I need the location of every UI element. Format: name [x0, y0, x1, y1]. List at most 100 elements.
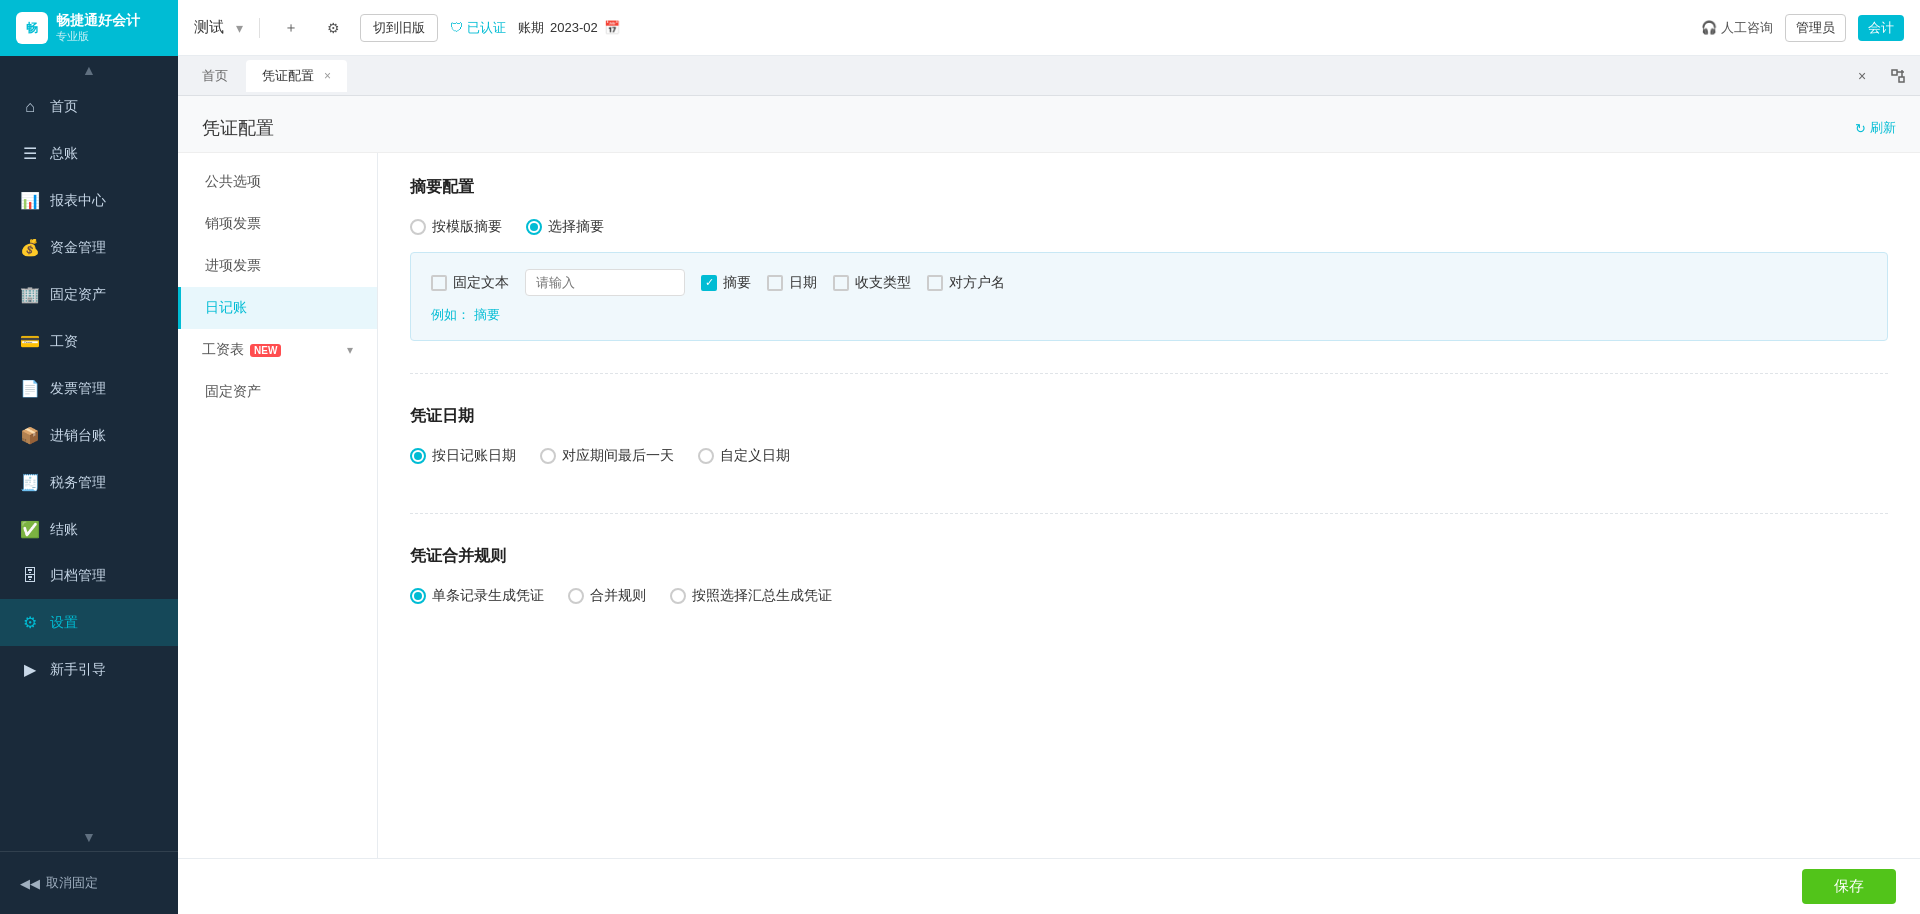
- tab-home[interactable]: 首页: [186, 60, 244, 92]
- sidebar-label-invoice: 发票管理: [50, 380, 106, 398]
- sidebar-item-settlement[interactable]: ✅ 结账: [0, 506, 178, 553]
- checkbox-fixed-text-label: 固定文本: [453, 274, 509, 292]
- refresh-icon: ↻: [1855, 121, 1866, 136]
- content-area: 凭证配置 ↻ 刷新 公共选项 销项发票: [178, 96, 1920, 914]
- nav-label-journal: 日记账: [205, 299, 247, 315]
- merge-rule-radio-group: 单条记录生成凭证 合并规则 按照选择汇总生成凭证: [410, 587, 1888, 605]
- right-content: 摘要配置 按模版摘要 选择摘要: [378, 153, 1920, 858]
- sidebar-item-tax[interactable]: 🧾 税务管理: [0, 459, 178, 506]
- radio-template-label: 按模版摘要: [432, 218, 502, 236]
- checkbox-fixed-text[interactable]: 固定文本: [431, 274, 509, 292]
- summary-config-box: 固定文本 摘要 日期: [410, 252, 1888, 341]
- sidebar-item-fixed-assets[interactable]: 🏢 固定资产: [0, 271, 178, 318]
- svg-rect-1: [1899, 77, 1904, 82]
- capital-icon: 💰: [20, 238, 40, 257]
- nav-label-wage-table: 工资表: [202, 341, 244, 359]
- radio-merge[interactable]: 合并规则: [568, 587, 646, 605]
- sidebar-item-invoice[interactable]: 📄 发票管理: [0, 365, 178, 412]
- nav-item-fixed-assets-nav[interactable]: 固定资产: [178, 371, 377, 413]
- cancel-fixed-btn[interactable]: ◀◀ 取消固定: [0, 864, 178, 902]
- refresh-btn[interactable]: ↻ 刷新: [1855, 119, 1896, 137]
- old-version-btn[interactable]: 切到旧版: [360, 14, 438, 42]
- tab-voucher-config[interactable]: 凭证配置 ×: [246, 60, 347, 92]
- sidebar-item-settings[interactable]: ⚙ 设置: [0, 599, 178, 646]
- radio-journal-date[interactable]: 按日记账日期: [410, 447, 516, 465]
- fixed-text-input[interactable]: [525, 269, 685, 296]
- sidebar-item-capital[interactable]: 💰 资金管理: [0, 224, 178, 271]
- sidebar-item-purchase-sale[interactable]: 📦 进销台账: [0, 412, 178, 459]
- fullscreen-btn[interactable]: [1884, 62, 1912, 90]
- tab-bar: 首页 凭证配置 × ×: [178, 56, 1920, 96]
- report-icon: 📊: [20, 191, 40, 210]
- sidebar-item-wage[interactable]: 💳 工资: [0, 318, 178, 365]
- radio-select-label: 选择摘要: [548, 218, 604, 236]
- sidebar-label-settlement: 结账: [50, 521, 78, 539]
- purchase-sale-icon: 📦: [20, 426, 40, 445]
- radio-custom-date-circle: [698, 448, 714, 464]
- radio-template[interactable]: 按模版摘要: [410, 218, 502, 236]
- checkbox-counterpart[interactable]: 对方户名: [927, 274, 1005, 292]
- nav-item-public[interactable]: 公共选项: [178, 161, 377, 203]
- top-bar-right: 🎧 人工咨询 管理员 会计: [1701, 14, 1904, 42]
- voucher-date-title: 凭证日期: [410, 406, 1888, 427]
- sidebar-item-archive[interactable]: 🗄 归档管理: [0, 553, 178, 599]
- checkbox-fixed-text-box: [431, 275, 447, 291]
- settlement-icon: ✅: [20, 520, 40, 539]
- sidebar-item-home[interactable]: ⌂ 首页: [0, 84, 178, 130]
- nav-label-sales-invoice: 销项发票: [205, 215, 261, 231]
- accountant-badge[interactable]: 会计: [1858, 15, 1904, 41]
- user-badge[interactable]: 管理员: [1785, 14, 1846, 42]
- nav-item-journal[interactable]: 日记账: [178, 287, 377, 329]
- left-nav: 公共选项 销项发票 进项发票 日记账 工资表: [178, 153, 378, 858]
- page-title: 凭证配置: [202, 116, 274, 140]
- radio-select[interactable]: 选择摘要: [526, 218, 604, 236]
- sidebar-item-report[interactable]: 📊 报表中心: [0, 177, 178, 224]
- nav-item-sales-invoice[interactable]: 销项发票: [178, 203, 377, 245]
- expand-icon: ▾: [347, 343, 353, 357]
- close-window-btn[interactable]: ×: [1848, 62, 1876, 90]
- radio-single[interactable]: 单条记录生成凭证: [410, 587, 544, 605]
- merge-rule-section: 凭证合并规则 单条记录生成凭证 合并规则: [410, 546, 1888, 653]
- radio-journal-date-circle: [410, 448, 426, 464]
- scroll-down-arrow[interactable]: ▼: [0, 823, 178, 851]
- nav-label-fixed-assets-nav: 固定资产: [205, 383, 261, 399]
- sidebar: 畅 畅捷通好会计 专业版 ▲ ⌂ 首页 ☰ 总账 📊 报表中心 💰: [0, 0, 178, 914]
- consult-label: 人工咨询: [1721, 19, 1773, 37]
- new-badge: NEW: [250, 344, 281, 357]
- checkbox-summary[interactable]: 摘要: [701, 274, 751, 292]
- scroll-up-arrow[interactable]: ▲: [0, 56, 178, 84]
- tab-voucher-config-close[interactable]: ×: [324, 69, 331, 83]
- nav-item-wage-table[interactable]: 工资表 NEW ▾: [178, 329, 377, 371]
- consult-btn[interactable]: 🎧 人工咨询: [1701, 19, 1773, 37]
- certified-badge: 🛡 已认证: [450, 19, 506, 37]
- calendar-icon[interactable]: 📅: [604, 20, 620, 35]
- radio-by-selection[interactable]: 按照选择汇总生成凭证: [670, 587, 832, 605]
- sidebar-label-report: 报表中心: [50, 192, 106, 210]
- save-button[interactable]: 保存: [1802, 869, 1896, 904]
- workspace-dropdown-icon[interactable]: ▾: [236, 20, 243, 36]
- sidebar-label-purchase-sale: 进销台账: [50, 427, 106, 445]
- settings-btn[interactable]: ⚙: [318, 13, 348, 43]
- checkbox-date[interactable]: 日期: [767, 274, 817, 292]
- shield-icon: 🛡: [450, 20, 463, 35]
- radio-merge-label: 合并规则: [590, 587, 646, 605]
- add-workspace-btn[interactable]: ＋: [276, 13, 306, 43]
- sidebar-label-fixed-assets: 固定资产: [50, 286, 106, 304]
- radio-custom-date-label: 自定义日期: [720, 447, 790, 465]
- nav-item-purchase-invoice[interactable]: 进项发票: [178, 245, 377, 287]
- sidebar-item-ledger[interactable]: ☰ 总账: [0, 130, 178, 177]
- tab-bar-actions: ×: [1848, 62, 1912, 90]
- tab-home-label: 首页: [202, 67, 228, 85]
- checkbox-payment-type[interactable]: 收支类型: [833, 274, 911, 292]
- page-header: 凭证配置 ↻ 刷新: [178, 96, 1920, 153]
- checkbox-date-box: [767, 275, 783, 291]
- example-text: 例如： 摘要: [431, 306, 1867, 324]
- sidebar-item-guide[interactable]: ▶ 新手引导: [0, 646, 178, 693]
- radio-custom-date[interactable]: 自定义日期: [698, 447, 790, 465]
- radio-period-last[interactable]: 对应期间最后一天: [540, 447, 674, 465]
- fixed-assets-icon: 🏢: [20, 285, 40, 304]
- logo-icon: 畅: [16, 12, 48, 44]
- nav-label-public: 公共选项: [205, 173, 261, 189]
- summary-config-title: 摘要配置: [410, 177, 1888, 198]
- guide-icon: ▶: [20, 660, 40, 679]
